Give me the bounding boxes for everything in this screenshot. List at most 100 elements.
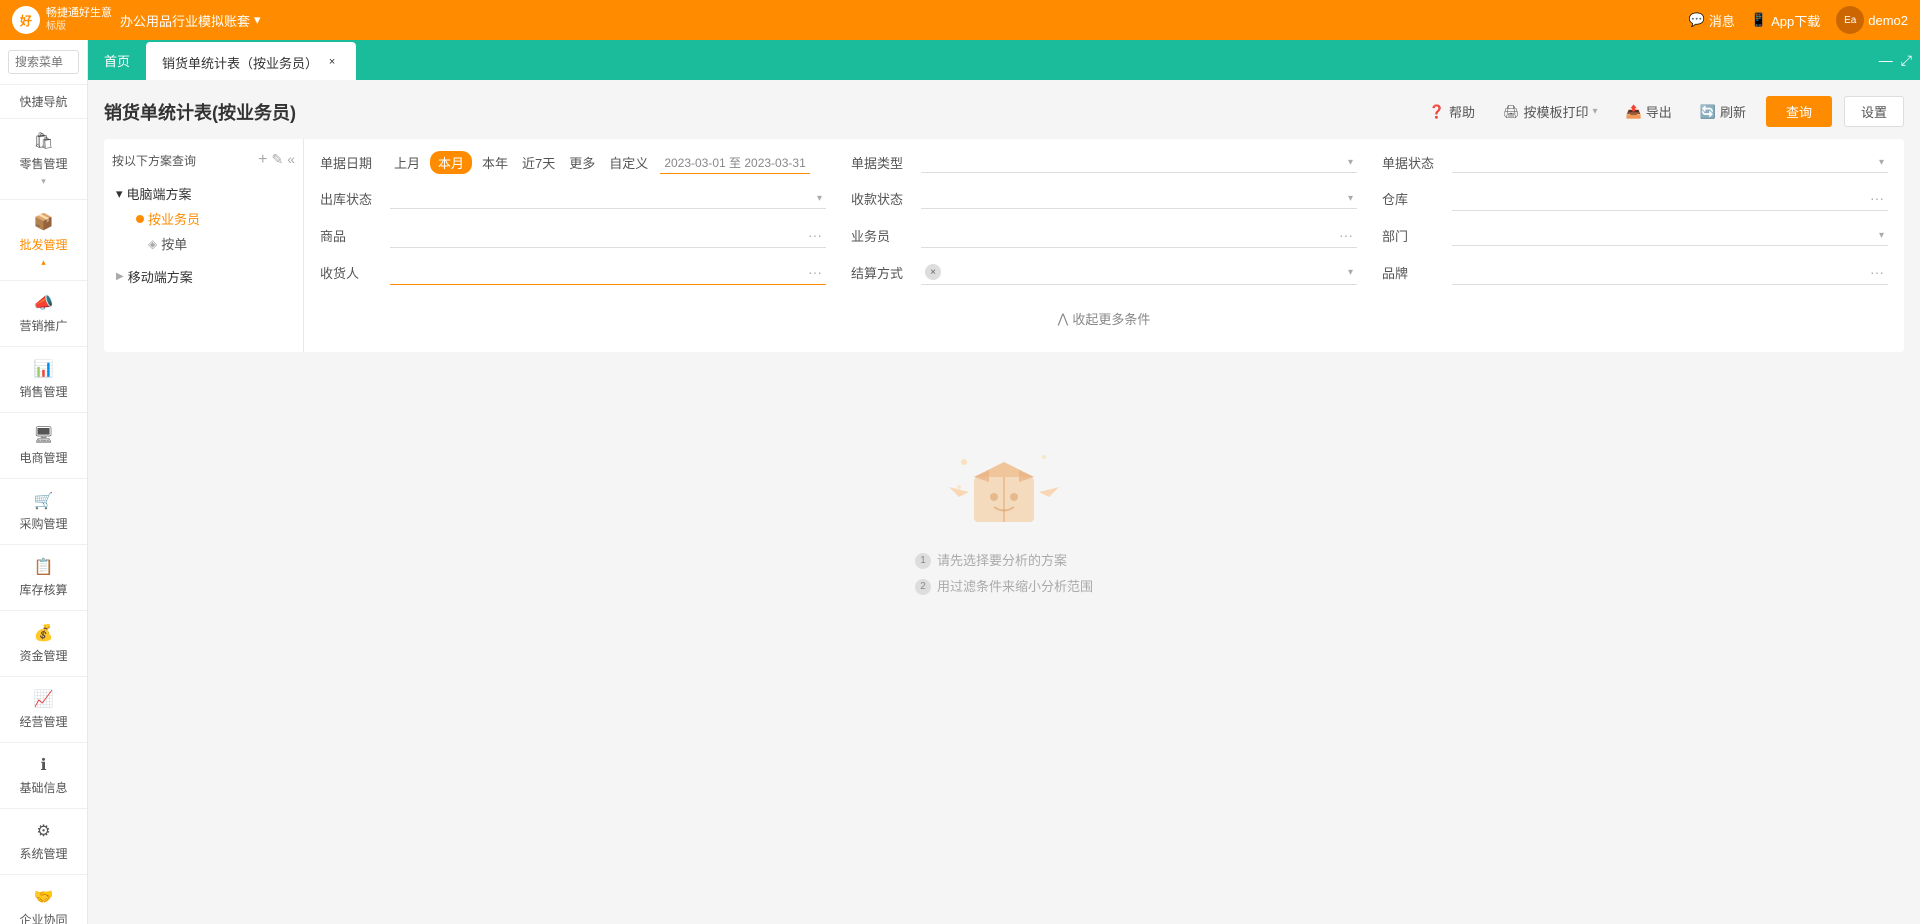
scheme-header-label: 按以下方案查询: [112, 152, 196, 169]
scheme-by-doc[interactable]: ◈ 按单: [112, 231, 295, 256]
sidebar-item-purchase[interactable]: 🛒 采购管理: [0, 479, 87, 545]
salesperson-label: 业务员: [851, 226, 921, 245]
sidebar-item-corp[interactable]: 🤝 企业协同: [0, 875, 87, 924]
hint-item-1: 1 请先选择要分析的方案: [915, 548, 1093, 574]
tab-home[interactable]: 首页: [88, 40, 146, 80]
last7-btn[interactable]: 近7天: [518, 151, 559, 174]
logo-text: 畅捷通好生意 标版: [46, 7, 112, 32]
top-bar-right: 💬 消息 📱 App下载 Ea demo2: [1689, 6, 1908, 34]
warehouse-label: 仓库: [1382, 189, 1452, 208]
scheme-tree-mobile-parent[interactable]: ▶ 移动端方案: [112, 264, 295, 289]
sidebar-item-system[interactable]: ⚙ 系统管理: [0, 809, 87, 875]
refresh-button[interactable]: 🔄 刷新: [1692, 98, 1754, 125]
print-button[interactable]: 🖨 按模板打印 ▾: [1495, 98, 1606, 125]
more-date-btn[interactable]: 更多: [565, 151, 599, 174]
collapse-up-icon: ⋀: [1058, 311, 1069, 327]
sidebar-item-operation[interactable]: 📈 经营管理: [0, 677, 87, 743]
dept-input[interactable]: ▾: [1452, 226, 1888, 246]
scheme-tree-pc-parent[interactable]: ▾ 电脑端方案: [112, 181, 295, 206]
brand-input[interactable]: ···: [1452, 260, 1888, 285]
collapse-bar: ⋀ 收起更多条件: [320, 297, 1888, 340]
scheme-by-salesperson[interactable]: 按业务员: [112, 206, 295, 231]
sidebar-label-purchase: 采购管理: [19, 515, 67, 532]
sidebar-item-wholesale[interactable]: 📦 批发管理 ▴: [0, 200, 87, 281]
sidebar-label-ecommerce: 电商管理: [19, 449, 67, 466]
help-button[interactable]: ❓ 帮助: [1421, 98, 1483, 125]
scheme-collapse-icon[interactable]: «: [287, 151, 295, 169]
filter-docstatus-field: 单据状态 ▾: [1382, 153, 1888, 173]
wholesale-arrow: ▴: [41, 257, 46, 268]
pc-arrow-icon: ▾: [116, 186, 123, 202]
logo-icon: 好: [12, 6, 40, 34]
filter-date-field: 单据日期 上月 本月 本年 近7天 更多 自定义: [320, 151, 826, 174]
brand-label: 品牌: [1382, 263, 1452, 282]
sidebar-item-marketing[interactable]: 📣 营销推广: [0, 281, 87, 347]
sidebar-item-basic[interactable]: ℹ 基础信息: [0, 743, 87, 809]
window-min-icon[interactable]: —: [1879, 52, 1893, 68]
refresh-label: 刷新: [1720, 102, 1746, 121]
filter-warehouse-field: 仓库 ···: [1382, 186, 1888, 211]
scheme-edit-icon[interactable]: ✎: [271, 151, 283, 169]
pay-method-tag: ×: [925, 264, 941, 280]
filter-doctype-field: 单据类型 ▾: [851, 153, 1357, 173]
mobile-arrow-icon: ▶: [116, 271, 124, 282]
this-year-btn[interactable]: 本年: [478, 151, 512, 174]
filter-salesperson-field: 业务员 ···: [851, 223, 1357, 248]
app-selector[interactable]: 办公用品行业模拟账套 ▾: [120, 11, 261, 30]
warehouse-input[interactable]: ···: [1452, 186, 1888, 211]
receiver-dots: ···: [808, 264, 822, 280]
empty-state-icon: [944, 432, 1064, 532]
search-input[interactable]: [8, 50, 79, 74]
receipt-status-label: 收款状态: [851, 189, 921, 208]
purchase-icon: 🛒: [34, 491, 54, 511]
setting-button[interactable]: 设置: [1844, 96, 1904, 127]
filter-dept-field: 部门 ▾: [1382, 226, 1888, 246]
doc-type-input[interactable]: ▾: [921, 153, 1357, 173]
this-month-btn[interactable]: 本月: [430, 151, 472, 174]
user-menu[interactable]: Ea demo2: [1836, 6, 1908, 34]
doc-type-label: 单据类型: [851, 153, 921, 172]
app-download-button[interactable]: 📱 App下载: [1751, 11, 1820, 30]
tab-sales-report[interactable]: 销货单统计表（按业务员） ×: [146, 42, 356, 82]
custom-date-btn[interactable]: 自定义: [605, 151, 652, 174]
brand-dots: ···: [1870, 264, 1884, 280]
doc-status-input[interactable]: ▾: [1452, 153, 1888, 173]
sidebar-item-ecommerce[interactable]: 🖥 电商管理: [0, 413, 87, 479]
query-button[interactable]: 查询: [1766, 96, 1832, 127]
message-button[interactable]: 💬 消息: [1689, 11, 1735, 30]
receiver-input[interactable]: ···: [390, 260, 826, 285]
scheme-add-button[interactable]: +: [258, 151, 267, 169]
dept-label: 部门: [1382, 226, 1452, 245]
quick-nav-button[interactable]: 快捷导航: [0, 85, 87, 119]
window-max-icon[interactable]: ⤢: [1901, 52, 1912, 69]
hint-item-2: 2 用过滤条件来缩小分析范围: [915, 574, 1093, 600]
product-input[interactable]: ···: [390, 223, 826, 248]
tab-sales-report-label: 销货单统计表（按业务员）: [162, 53, 318, 72]
pay-method-clear[interactable]: ×: [925, 264, 941, 280]
hint1-text: 请先选择要分析的方案: [937, 548, 1067, 574]
sidebar-item-inventory[interactable]: 📋 库存核算: [0, 545, 87, 611]
doc-type-arrow: ▾: [1348, 157, 1353, 168]
tab-close-button[interactable]: ×: [324, 54, 340, 70]
doc-status-arrow: ▾: [1879, 157, 1884, 168]
dept-arrow: ▾: [1879, 230, 1884, 241]
date-range-display[interactable]: 2023-03-01 至 2023-03-31: [660, 152, 809, 174]
sidebar-label-wholesale: 批发管理: [19, 236, 67, 253]
top-bar: 好 畅捷通好生意 标版 办公用品行业模拟账套 ▾ 💬 消息 📱 App下载: [0, 0, 1920, 40]
sidebar-item-retail[interactable]: 🛍 零售管理 ▾: [0, 119, 87, 200]
logo-symbol: 好: [20, 12, 32, 29]
scheme-tree-mobile: ▶ 移动端方案: [112, 260, 295, 293]
export-button[interactable]: 📤 导出: [1618, 98, 1680, 125]
collapse-button[interactable]: ⋀ 收起更多条件: [1042, 305, 1167, 332]
receipt-status-input[interactable]: ▾: [921, 189, 1357, 209]
sidebar-item-sales[interactable]: 📊 销售管理: [0, 347, 87, 413]
last-month-btn[interactable]: 上月: [390, 151, 424, 174]
pay-method-input[interactable]: × ▾: [921, 260, 1357, 285]
salesperson-input[interactable]: ···: [921, 223, 1357, 248]
collapse-label: 收起更多条件: [1072, 309, 1150, 328]
empty-state-hints: 1 请先选择要分析的方案 2 用过滤条件来缩小分析范围: [915, 548, 1093, 600]
scheme-panel: 按以下方案查询 + ✎ « ▾ 电脑端方案: [104, 139, 304, 352]
out-status-input[interactable]: ▾: [390, 189, 826, 209]
filter-row-3: 商品 ··· 业务员: [320, 223, 1888, 248]
sidebar-item-finance[interactable]: 💰 资金管理: [0, 611, 87, 677]
